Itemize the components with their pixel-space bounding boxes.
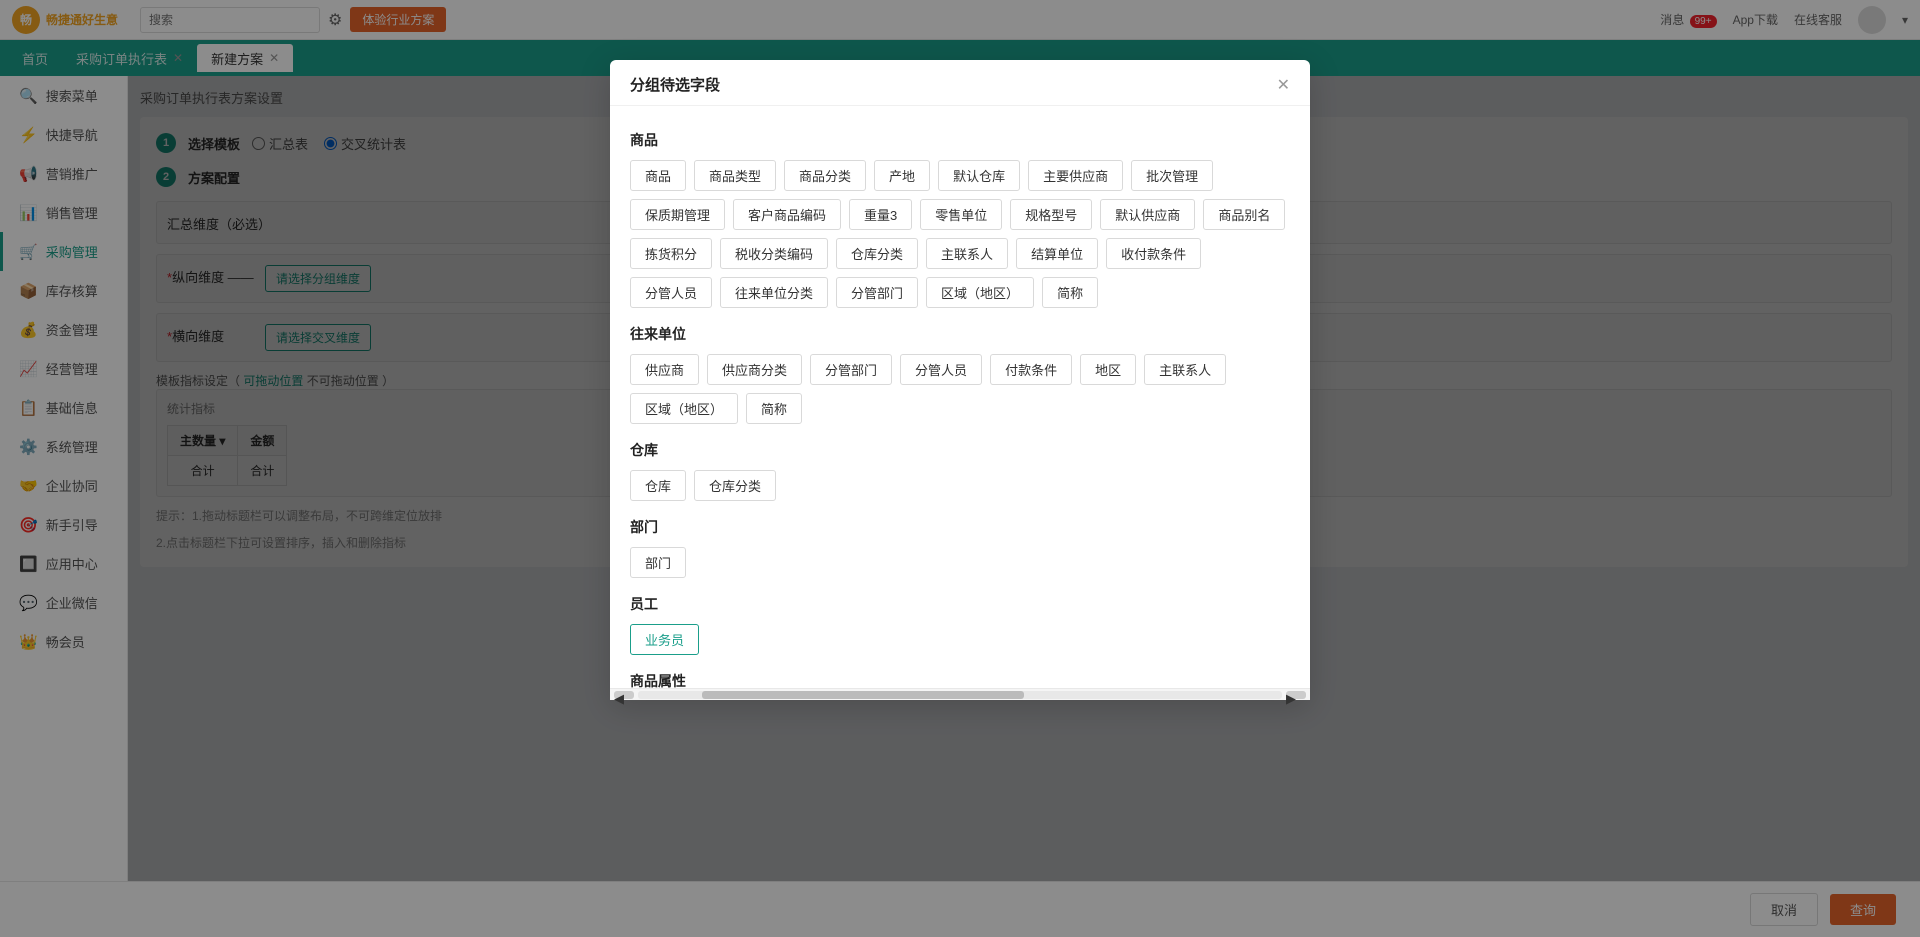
field-chip-default-supplier[interactable]: 默认供应商 — [1100, 199, 1195, 230]
field-grid-dept: 部门 — [630, 547, 1290, 578]
field-grid-goods: 商品 商品类型 商品分类 产地 默认仓库 主要供应商 批次管理 保质期管理 客户… — [630, 160, 1290, 308]
field-chip-spec-model[interactable]: 规格型号 — [1010, 199, 1092, 230]
field-chip-region-partner[interactable]: 区域（地区） — [630, 393, 738, 424]
section-title-goods: 商品 — [630, 130, 1290, 150]
field-chip-main-contact-partner[interactable]: 主联系人 — [1144, 354, 1226, 385]
field-chip-retail-unit[interactable]: 零售单位 — [920, 199, 1002, 230]
section-title-partner: 往来单位 — [630, 324, 1290, 344]
field-chip-customer-code[interactable]: 客户商品编码 — [733, 199, 841, 230]
field-chip-default-warehouse[interactable]: 默认仓库 — [938, 160, 1020, 191]
modal-body[interactable]: 商品 商品 商品类型 商品分类 产地 默认仓库 主要供应商 批次管理 保质期管理… — [610, 106, 1310, 688]
field-chip-pick-points[interactable]: 拣货积分 — [630, 238, 712, 269]
field-chip-origin[interactable]: 产地 — [874, 160, 930, 191]
section-title-attrs: 商品属性 — [630, 671, 1290, 688]
field-chip-area[interactable]: 地区 — [1080, 354, 1136, 385]
field-chip-settlement-unit[interactable]: 结算单位 — [1016, 238, 1098, 269]
modal: 分组待选字段 ✕ 商品 商品 商品类型 商品分类 产地 默认仓库 主要供应商 批… — [610, 60, 1310, 700]
section-title-staff: 员工 — [630, 594, 1290, 614]
field-chip-goods-type[interactable]: 商品类型 — [694, 160, 776, 191]
modal-title: 分组待选字段 — [630, 74, 720, 95]
modal-close-btn[interactable]: ✕ — [1277, 75, 1290, 95]
section-title-warehouse: 仓库 — [630, 440, 1290, 460]
field-chip-counterpart-category[interactable]: 往来单位分类 — [720, 277, 828, 308]
field-grid-partner: 供应商 供应商分类 分管部门 分管人员 付款条件 地区 主联系人 区域（地区） … — [630, 354, 1290, 424]
field-chip-main-contact[interactable]: 主联系人 — [926, 238, 1008, 269]
field-chip-region-goods[interactable]: 区域（地区） — [926, 277, 1034, 308]
field-chip-payment-terms[interactable]: 收付款条件 — [1106, 238, 1201, 269]
modal-horizontal-scrollbar[interactable]: ◀ ▶ — [610, 688, 1310, 700]
field-chip-batch-mgmt[interactable]: 批次管理 — [1131, 160, 1213, 191]
field-chip-payment-cond[interactable]: 付款条件 — [990, 354, 1072, 385]
field-chip-abbr-goods[interactable]: 简称 — [1042, 277, 1098, 308]
field-chip-warehouse-class[interactable]: 仓库分类 — [694, 470, 776, 501]
field-chip-goods-alias[interactable]: 商品别名 — [1203, 199, 1285, 230]
field-chip-goods[interactable]: 商品 — [630, 160, 686, 191]
field-chip-mgr-dept[interactable]: 分管部门 — [836, 277, 918, 308]
field-chip-tax-code[interactable]: 税收分类编码 — [720, 238, 828, 269]
field-chip-main-supplier[interactable]: 主要供应商 — [1028, 160, 1123, 191]
field-chip-abbr-partner[interactable]: 简称 — [746, 393, 802, 424]
modal-header: 分组待选字段 ✕ — [610, 60, 1310, 106]
field-chip-goods-category[interactable]: 商品分类 — [784, 160, 866, 191]
field-chip-partner-dept[interactable]: 分管部门 — [810, 354, 892, 385]
field-chip-warehouse[interactable]: 仓库 — [630, 470, 686, 501]
field-chip-supplier-category[interactable]: 供应商分类 — [707, 354, 802, 385]
field-chip-shelf-life[interactable]: 保质期管理 — [630, 199, 725, 230]
field-chip-dept[interactable]: 部门 — [630, 547, 686, 578]
hscroll-right-btn[interactable]: ▶ — [1286, 691, 1306, 699]
field-chip-supplier[interactable]: 供应商 — [630, 354, 699, 385]
field-chip-salesperson[interactable]: 业务员 — [630, 624, 699, 655]
field-chip-partner-person[interactable]: 分管人员 — [900, 354, 982, 385]
field-grid-staff: 业务员 — [630, 624, 1290, 655]
field-grid-warehouse: 仓库 仓库分类 — [630, 470, 1290, 501]
modal-overlay: 分组待选字段 ✕ 商品 商品 商品类型 商品分类 产地 默认仓库 主要供应商 批… — [0, 0, 1920, 937]
hscroll-left-btn[interactable]: ◀ — [614, 691, 634, 699]
section-title-dept: 部门 — [630, 517, 1290, 537]
field-chip-warehouse-category[interactable]: 仓库分类 — [836, 238, 918, 269]
hscroll-thumb — [702, 691, 1024, 699]
field-chip-mgr-person[interactable]: 分管人员 — [630, 277, 712, 308]
field-chip-weight3[interactable]: 重量3 — [849, 199, 912, 230]
